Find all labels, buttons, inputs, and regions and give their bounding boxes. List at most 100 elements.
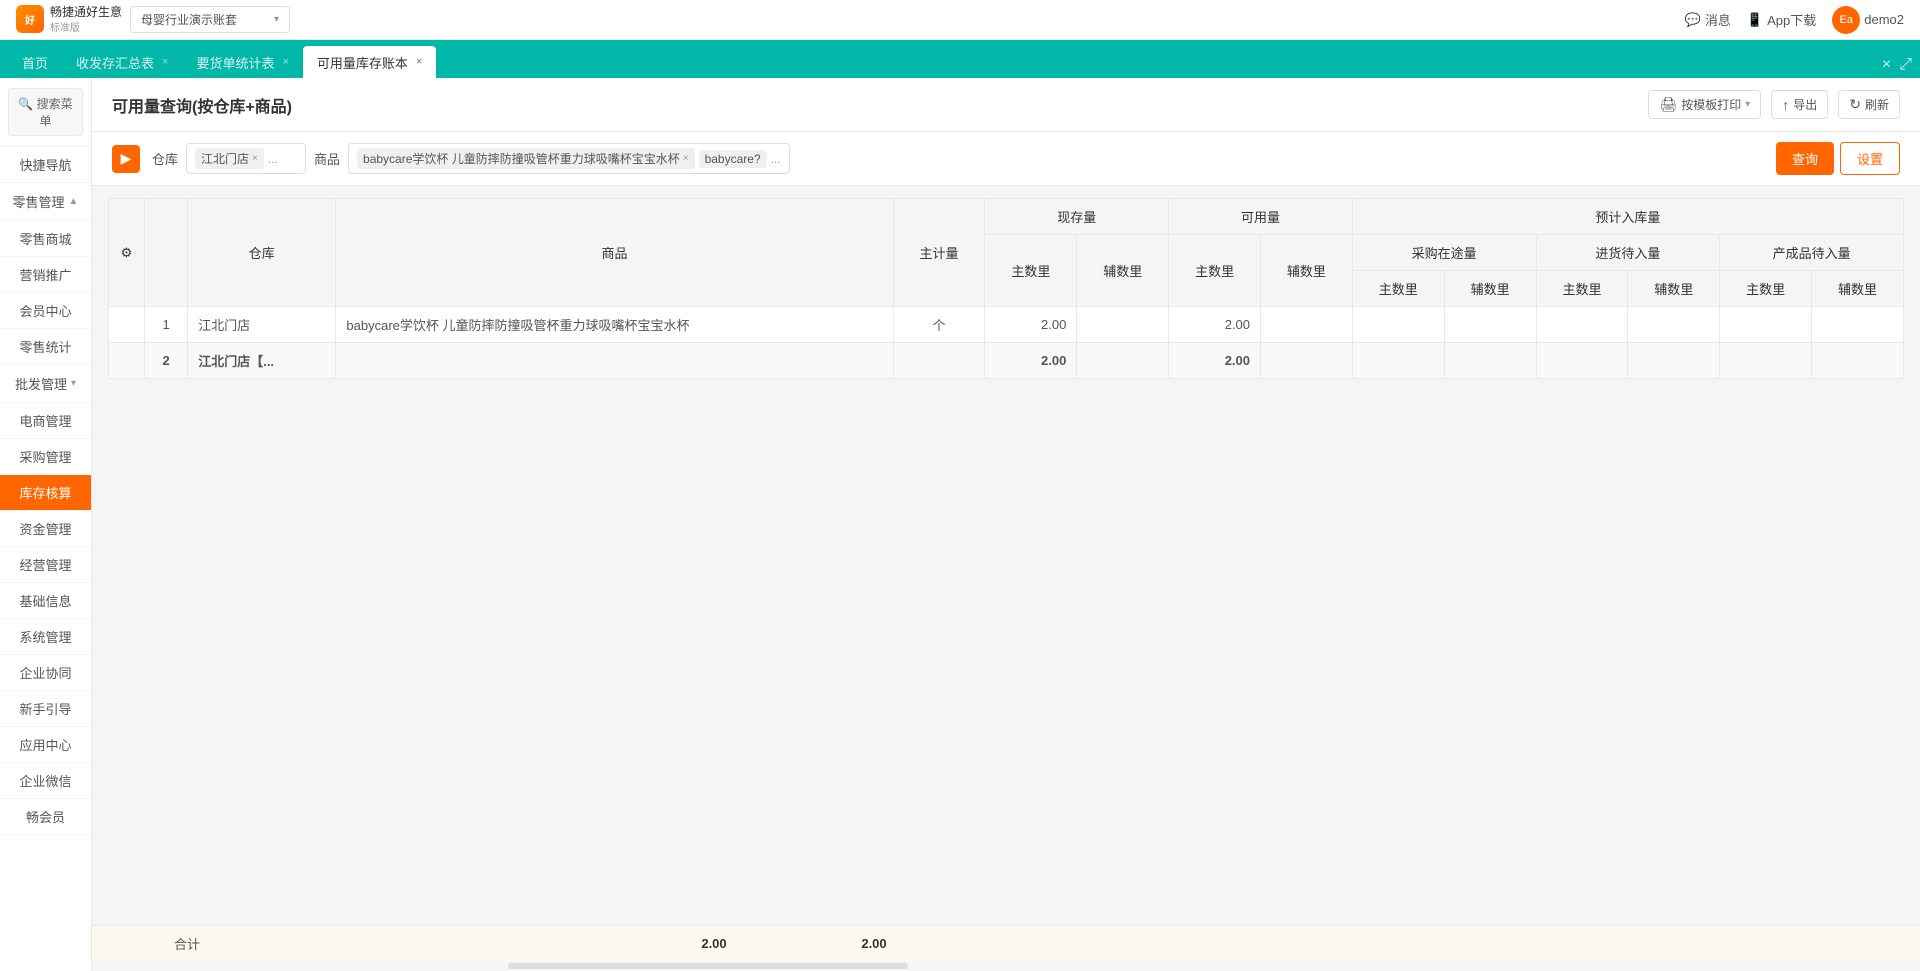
- filter-expand-btn[interactable]: ▶: [112, 145, 140, 173]
- sidebar-item-inventory[interactable]: 库存核算: [0, 475, 91, 511]
- message-btn[interactable]: 💬 消息: [1685, 10, 1731, 29]
- tab-order-stats-label: 要货单统计表: [196, 53, 274, 72]
- cell-product-1: babycare学饮杯 儿童防摔防撞吸管杯重力球吸嘴杯宝宝水杯: [336, 307, 893, 343]
- sidebar-item-wholesale-mgmt[interactable]: 批发管理 ▾: [0, 365, 91, 403]
- tab-available-stock-label: 可用量库存账本: [317, 53, 408, 72]
- tab-home[interactable]: 首页: [8, 46, 62, 78]
- col-inbound-group-header: 进货待入量: [1536, 235, 1720, 271]
- col-unit-header: 主计量: [893, 199, 985, 307]
- footer-label: 合计: [174, 934, 264, 953]
- sidebar-item-finance[interactable]: 资金管理: [0, 511, 91, 547]
- sidebar-item-operations[interactable]: 经营管理: [0, 547, 91, 583]
- refresh-btn[interactable]: ↻ 刷新: [1838, 90, 1900, 119]
- col-warehouse-header: 仓库: [188, 199, 336, 307]
- sidebar-item-system[interactable]: 系统管理: [0, 619, 91, 655]
- product-filter-more[interactable]: ...: [771, 152, 781, 166]
- sidebar-item-app-center[interactable]: 应用中心: [0, 727, 91, 763]
- col-product-header: 商品: [336, 199, 893, 307]
- product-filter-input[interactable]: babycare学饮杯 儿童防摔防撞吸管杯重力球吸嘴杯宝宝水杯 × babyca…: [348, 143, 790, 174]
- product-filter-label: 商品: [314, 149, 340, 168]
- logo-icon: 好: [16, 5, 44, 33]
- cell-production-sub-1: [1812, 307, 1904, 343]
- sidebar-item-retail-mgmt[interactable]: 零售管理 ▲: [0, 183, 91, 221]
- settings-btn[interactable]: 设置: [1840, 142, 1900, 175]
- logo-text-block: 畅捷通好生意 标准版: [50, 5, 122, 34]
- warehouse-filter-input[interactable]: 江北门店 × ...: [186, 143, 306, 174]
- sidebar-item-wechat[interactable]: 企业微信: [0, 763, 91, 799]
- col-inbound-sub-header: 辅数里: [1628, 271, 1720, 307]
- cell-production-main-1: [1720, 307, 1812, 343]
- table-row: 2 江北门店【... 2.00 2.00: [109, 343, 1904, 379]
- warehouse-filter-more[interactable]: ...: [268, 152, 278, 166]
- template-label: 母婴行业演示账套: [141, 11, 237, 28]
- horizontal-scrollbar[interactable]: [508, 963, 908, 969]
- sidebar-item-member2[interactable]: 畅会员: [0, 799, 91, 835]
- sidebar-item-base-info[interactable]: 基础信息: [0, 583, 91, 619]
- message-label: 消息: [1705, 10, 1731, 29]
- col-settings-header[interactable]: ⚙: [109, 199, 145, 307]
- gear-icon[interactable]: ⚙: [121, 245, 133, 260]
- sidebar-item-enterprise[interactable]: 企业协同: [0, 655, 91, 691]
- sidebar-item-retail-shop[interactable]: 零售商城: [0, 221, 91, 257]
- top-bar-right: 💬 消息 📱 App下载 Ea demo2: [1685, 6, 1904, 34]
- query-btn[interactable]: 查询: [1776, 142, 1834, 175]
- footer-stock-main: 2.00: [674, 936, 754, 951]
- tab-available-stock[interactable]: 可用量库存账本 ×: [303, 46, 436, 78]
- template-selector[interactable]: 母婴行业演示账套 ▾: [130, 6, 290, 33]
- export-label: 导出: [1793, 96, 1817, 113]
- sidebar-item-purchase[interactable]: 采购管理: [0, 439, 91, 475]
- sidebar-item-marketing[interactable]: 营销推广: [0, 257, 91, 293]
- sidebar-item-ecommerce[interactable]: 电商管理: [0, 403, 91, 439]
- sidebar-item-guide[interactable]: 新手引导: [0, 691, 91, 727]
- refresh-label: 刷新: [1865, 96, 1889, 113]
- col-stock-main-header: 主数里: [985, 235, 1077, 307]
- cell-production-sub-2: [1812, 343, 1904, 379]
- page-title: 可用量查询(按仓库+商品): [112, 93, 292, 129]
- logo-text: 畅捷通好生意: [50, 5, 122, 19]
- download-btn[interactable]: 📱 App下载: [1747, 10, 1816, 29]
- cell-product-2: [336, 343, 893, 379]
- product-tag-2-text: babycare?: [705, 152, 761, 166]
- logo-area: 好 畅捷通好生意 标准版: [16, 5, 122, 34]
- close-all-btn[interactable]: ×: [1882, 56, 1891, 74]
- tab-order-stats[interactable]: 要货单统计表 ×: [182, 46, 302, 78]
- tab-order-stats-close[interactable]: ×: [282, 56, 288, 68]
- table-row: 1 江北门店 babycare学饮杯 儿童防摔防撞吸管杯重力球吸嘴杯宝宝水杯 个…: [109, 307, 1904, 343]
- cell-available-sub-2: [1261, 343, 1353, 379]
- cell-available-sub-1: [1261, 307, 1353, 343]
- tab-receivable[interactable]: 收发存汇总表 ×: [62, 46, 182, 78]
- chevron-down-icon: ▾: [71, 378, 76, 389]
- table-footer: 合计 2.00 2.00: [92, 925, 1920, 961]
- sidebar: 🔍 搜索菜单 快捷导航 零售管理 ▲ 零售商城 营销推广 会员中心 零售统计 批…: [0, 78, 92, 971]
- filter-actions: 查询 设置: [1776, 142, 1900, 175]
- cell-index-2: 2: [145, 343, 188, 379]
- print-btn[interactable]: 🖨 按模板打印 ▾: [1648, 90, 1761, 119]
- expand-btn[interactable]: ⤢: [1899, 56, 1912, 74]
- cell-settings: [109, 307, 145, 343]
- filter-bar: ▶ 仓库 江北门店 × ... 商品 babycare学饮杯 儿童防摔防撞吸管杯…: [92, 132, 1920, 186]
- col-index-header: [145, 199, 188, 307]
- sidebar-item-retail-stats[interactable]: 零售统计: [0, 329, 91, 365]
- tab-bar-actions: × ⤢: [1882, 56, 1912, 78]
- cell-unit-2: [893, 343, 985, 379]
- tab-receivable-close[interactable]: ×: [162, 56, 168, 68]
- user-label: demo2: [1864, 12, 1904, 27]
- export-icon: ↑: [1782, 97, 1789, 113]
- cell-index-1: 1: [145, 307, 188, 343]
- tab-available-stock-close[interactable]: ×: [416, 56, 422, 68]
- warehouse-tag-1-close[interactable]: ×: [252, 153, 258, 164]
- print-label: 按模板打印: [1681, 96, 1741, 113]
- col-purchase-main-header: 主数里: [1352, 271, 1444, 307]
- user-menu[interactable]: Ea demo2: [1832, 6, 1904, 34]
- cell-stock-sub-1: [1077, 307, 1169, 343]
- export-btn[interactable]: ↑ 导出: [1771, 90, 1828, 119]
- sidebar-search-btn[interactable]: 🔍 搜索菜单: [8, 88, 83, 136]
- product-tag-1-close[interactable]: ×: [683, 153, 689, 164]
- filter-group: 仓库 江北门店 × ... 商品 babycare学饮杯 儿童防摔防撞吸管杯重力…: [152, 143, 1764, 174]
- product-tag-1-text: babycare学饮杯 儿童防摔防撞吸管杯重力球吸嘴杯宝宝水杯: [363, 150, 680, 167]
- cell-production-main-2: [1720, 343, 1812, 379]
- sidebar-item-member[interactable]: 会员中心: [0, 293, 91, 329]
- sidebar-item-quick-nav[interactable]: 快捷导航: [0, 147, 91, 183]
- tab-home-label: 首页: [22, 53, 48, 72]
- print-icon: 🖨: [1659, 96, 1677, 113]
